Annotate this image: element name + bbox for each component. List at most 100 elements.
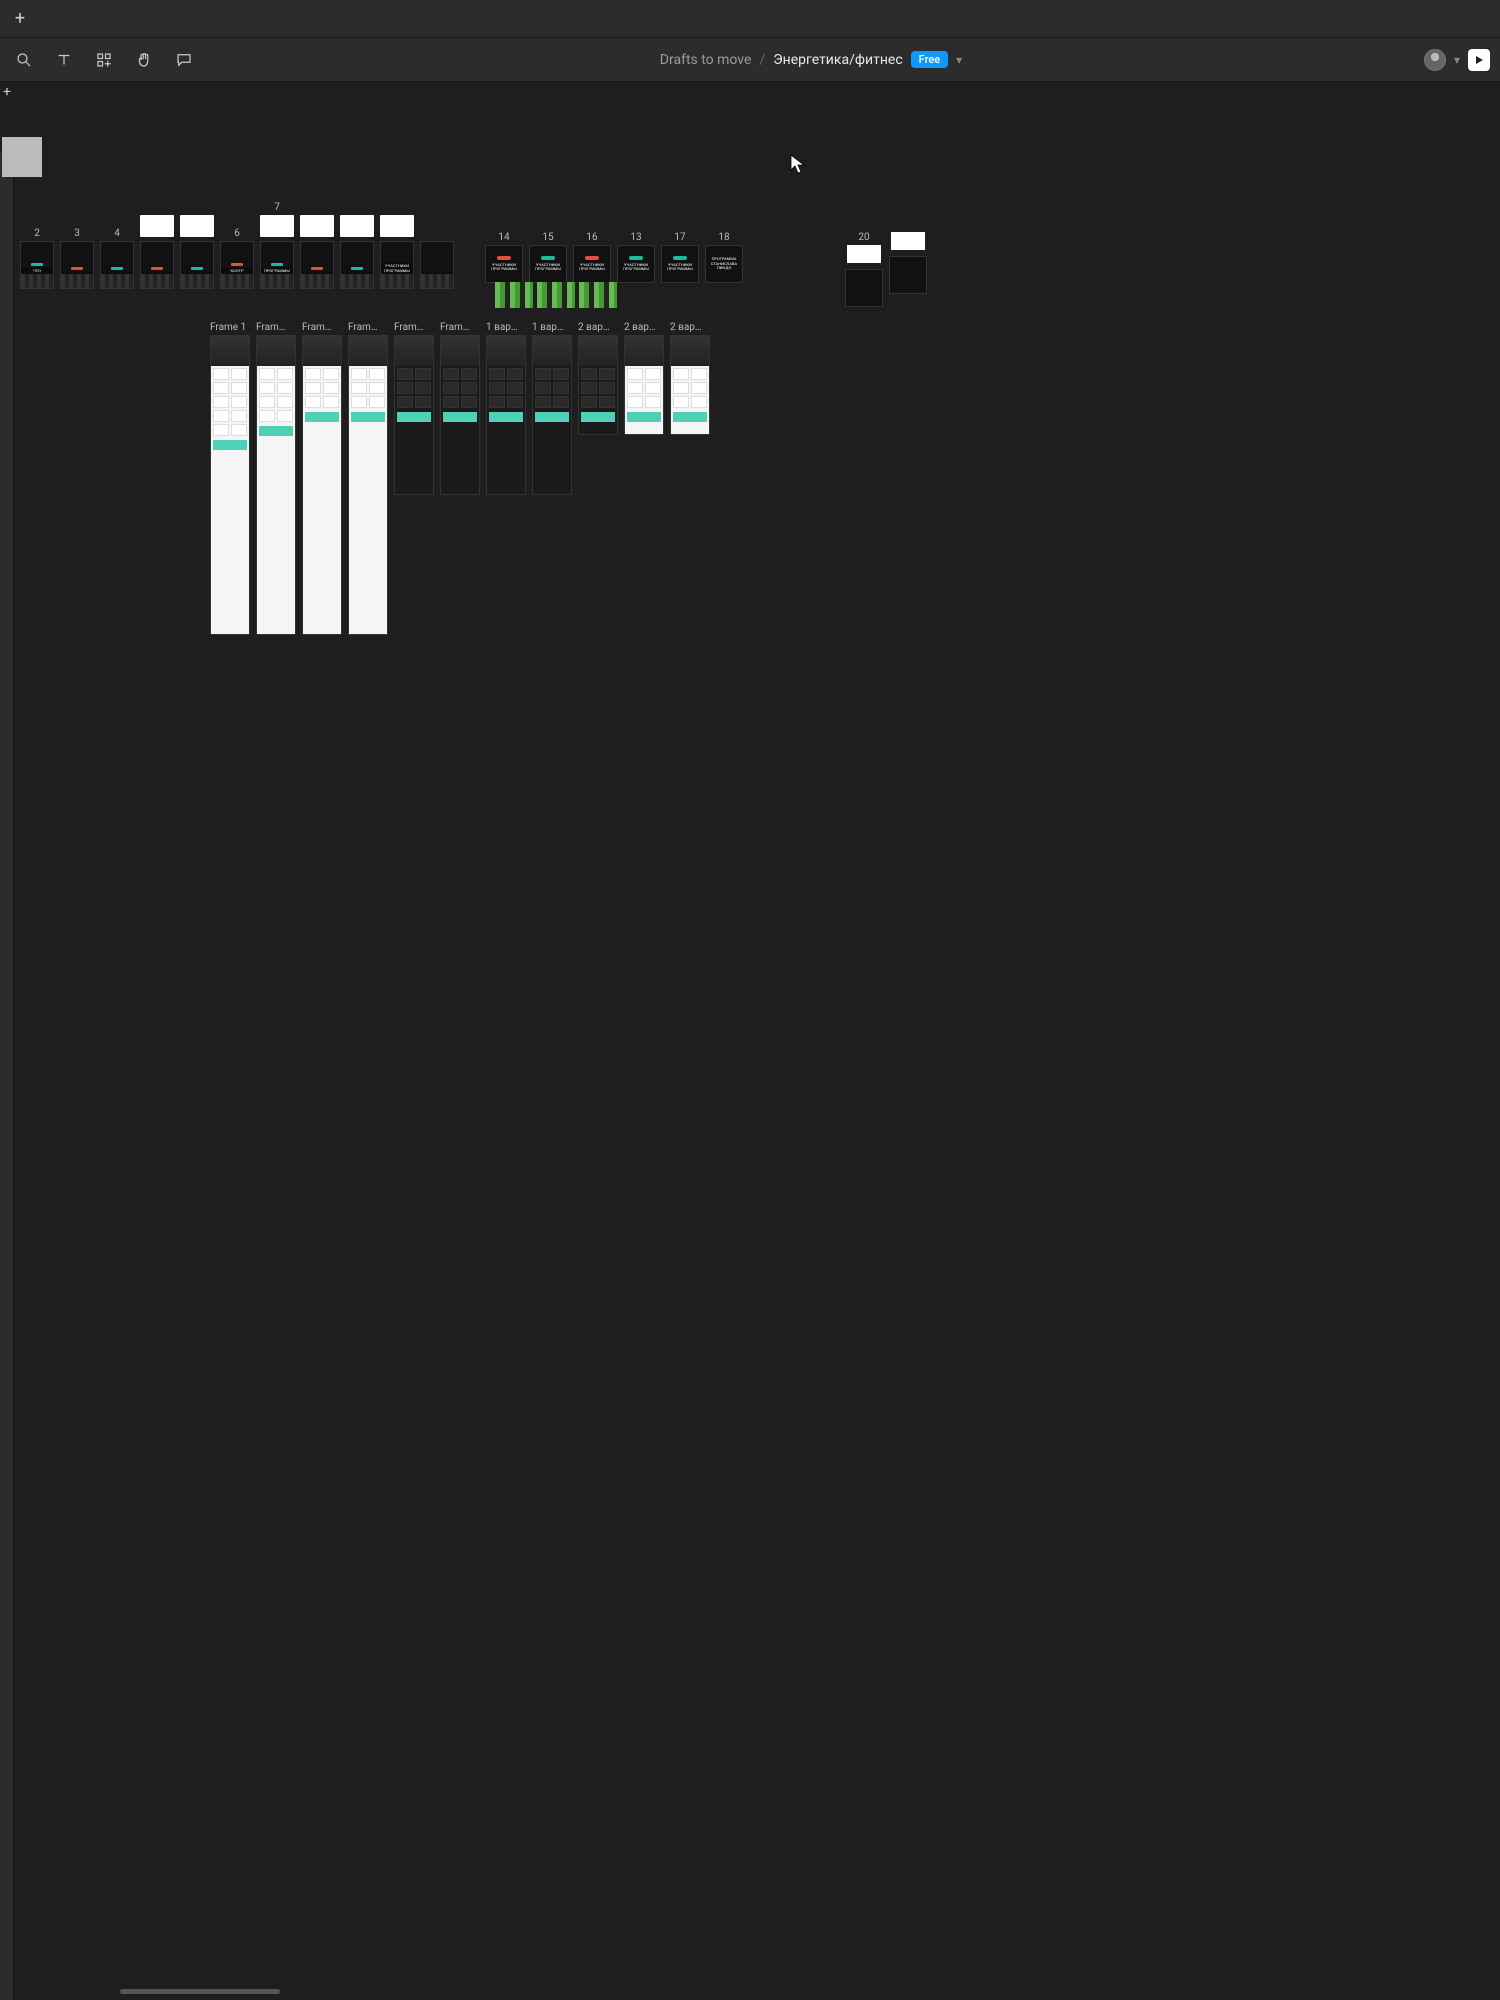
- slide-thumb[interactable]: [420, 241, 454, 289]
- slide-canvas[interactable]: [180, 241, 214, 289]
- frames-row: Frame 1Fram…Fram…Fram…Fram…Fram…1 вар…1 …: [210, 322, 710, 635]
- slide-canvas[interactable]: УЧАСТНИКИ ПРОГРАММЫ: [380, 241, 414, 289]
- slide-canvas[interactable]: УЧАСТНИКИ ПРОГРАММЫ: [485, 245, 523, 283]
- frame-canvas[interactable]: [578, 335, 618, 435]
- slide-thumb[interactable]: 6КОНТР: [220, 228, 254, 289]
- frame-canvas[interactable]: [256, 335, 296, 635]
- breadcrumb-folder[interactable]: Drafts to move: [660, 52, 752, 68]
- slide-thumb[interactable]: [889, 232, 927, 294]
- slide-canvas[interactable]: [140, 241, 174, 289]
- slide-number: 4: [114, 228, 120, 239]
- design-frame[interactable]: Fram…: [440, 322, 480, 495]
- slide-number: 16: [586, 232, 597, 243]
- slide-thumb[interactable]: [340, 215, 374, 289]
- frame-canvas[interactable]: [624, 335, 664, 435]
- design-frame[interactable]: 2 вар…: [624, 322, 664, 435]
- sticky-note[interactable]: [260, 215, 294, 237]
- move-tool-button[interactable]: [10, 46, 38, 74]
- sticky-note[interactable]: [300, 215, 334, 237]
- search-icon: [15, 51, 33, 69]
- slide-thumb[interactable]: 3: [60, 228, 94, 289]
- design-frame[interactable]: 1 вар…: [486, 322, 526, 495]
- slide-thumb[interactable]: 16 УЧАСТНИКИ ПРОГРАММЫ: [573, 232, 611, 283]
- slide-thumb[interactable]: 14 УЧАСТНИКИ ПРОГРАММЫ: [485, 232, 523, 283]
- breadcrumb[interactable]: Drafts to move / Энергетика/фитнес Free …: [660, 51, 962, 68]
- sticky-note[interactable]: [180, 215, 214, 237]
- design-frame[interactable]: 2 вар…: [670, 322, 710, 435]
- chevron-down-icon[interactable]: ▾: [956, 53, 962, 67]
- sticky-note[interactable]: [340, 215, 374, 237]
- slide-canvas[interactable]: ПРОГРАММА СТАНИСЛАВА ЛИНДЭ: [705, 245, 743, 283]
- horizontal-scrollbar[interactable]: [120, 1989, 280, 1994]
- hand-tool-button[interactable]: [130, 46, 158, 74]
- toolbar: Drafts to move / Энергетика/фитнес Free …: [0, 38, 1500, 82]
- slides-row-1: 2 ЧТО3 4 6КОНТР 7 ПРОГРАММЫ УЧАСТНИКИ ПРОГРАММ…: [20, 202, 454, 289]
- slide-thumb[interactable]: 20: [845, 232, 883, 307]
- slide-canvas[interactable]: [420, 241, 454, 289]
- slide-thumb[interactable]: 13УЧАСТНИКИ ПРОГРАММЫ: [617, 232, 655, 283]
- group-photo[interactable]: [579, 282, 617, 308]
- frame-canvas[interactable]: [394, 335, 434, 495]
- frame-label: 2 вар…: [578, 322, 618, 333]
- frame-canvas[interactable]: [302, 335, 342, 635]
- avatar-chevron-icon[interactable]: ▾: [1454, 53, 1460, 67]
- frame-canvas[interactable]: [532, 335, 572, 495]
- file-name[interactable]: Энергетика/фитнес: [773, 52, 902, 68]
- slide-thumb[interactable]: [300, 215, 334, 289]
- canvas[interactable]: + 2ЧТО346КОНТР7ПРОГРАММЫУЧАСТНИКИ ПРОГРА…: [0, 82, 1500, 2000]
- design-frame[interactable]: Frame 1: [210, 322, 250, 635]
- design-frame[interactable]: Fram…: [302, 322, 342, 635]
- slide-canvas[interactable]: [60, 241, 94, 289]
- sticky-note[interactable]: [140, 215, 174, 237]
- slide-thumb[interactable]: [180, 215, 214, 289]
- text-tool-button[interactable]: [50, 46, 78, 74]
- frame-canvas[interactable]: [210, 335, 250, 635]
- design-frame[interactable]: 2 вар…: [578, 322, 618, 435]
- frame-canvas[interactable]: [440, 335, 480, 495]
- design-frame[interactable]: Fram…: [256, 322, 296, 635]
- slide-canvas[interactable]: [100, 241, 134, 289]
- slide-canvas[interactable]: [889, 256, 927, 294]
- slide-thumb[interactable]: 17УЧАСТНИКИ ПРОГРАММЫ: [661, 232, 699, 283]
- sticky-note[interactable]: [847, 245, 881, 263]
- frame-canvas[interactable]: [670, 335, 710, 435]
- slide-thumb[interactable]: 18ПРОГРАММА СТАНИСЛАВА ЛИНДЭ: [705, 232, 743, 283]
- slide-canvas[interactable]: [340, 241, 374, 289]
- slide-canvas[interactable]: УЧАСТНИКИ ПРОГРАММЫ: [661, 245, 699, 283]
- plan-badge[interactable]: Free: [911, 51, 949, 68]
- slide-canvas[interactable]: УЧАСТНИКИ ПРОГРАММЫ: [573, 245, 611, 283]
- slide-thumb[interactable]: [140, 215, 174, 289]
- group-photo[interactable]: [537, 282, 575, 308]
- slide-canvas[interactable]: [300, 241, 334, 289]
- frame-label: 1 вар…: [532, 322, 572, 333]
- slide-number: 2: [34, 228, 40, 239]
- avatar[interactable]: [1424, 49, 1446, 71]
- slide-canvas[interactable]: КОНТР: [220, 241, 254, 289]
- frame-canvas[interactable]: [486, 335, 526, 495]
- design-frame[interactable]: Fram…: [348, 322, 388, 635]
- slide-canvas[interactable]: ЧТО: [20, 241, 54, 289]
- design-frame[interactable]: 1 вар…: [532, 322, 572, 495]
- comment-tool-button[interactable]: [170, 46, 198, 74]
- slide-number: 14: [498, 232, 509, 243]
- slide-thumb[interactable]: УЧАСТНИКИ ПРОГРАММЫ: [380, 215, 414, 289]
- design-frame[interactable]: Fram…: [394, 322, 434, 495]
- slide-canvas[interactable]: ПРОГРАММЫ: [260, 241, 294, 289]
- breadcrumb-separator: /: [759, 52, 765, 68]
- sticky-note[interactable]: [380, 215, 414, 237]
- sticky-note[interactable]: [891, 232, 925, 250]
- slide-thumb[interactable]: 4: [100, 228, 134, 289]
- add-tab-button[interactable]: +: [8, 7, 32, 31]
- slide-thumb[interactable]: 2 ЧТО: [20, 228, 54, 289]
- slide-thumb[interactable]: 15УЧАСТНИКИ ПРОГРАММЫ: [529, 232, 567, 283]
- slide-canvas[interactable]: [845, 269, 883, 307]
- resources-tool-button[interactable]: [90, 46, 118, 74]
- group-photo[interactable]: [495, 282, 533, 308]
- slide-thumb[interactable]: 7 ПРОГРАММЫ: [260, 202, 294, 289]
- slide-number: 7: [274, 202, 280, 213]
- slide-canvas[interactable]: УЧАСТНИКИ ПРОГРАММЫ: [617, 245, 655, 283]
- share-button[interactable]: [1468, 49, 1490, 71]
- frame-canvas[interactable]: [348, 335, 388, 635]
- slide-canvas[interactable]: УЧАСТНИКИ ПРОГРАММЫ: [529, 245, 567, 283]
- cursor-pointer-icon: [790, 154, 806, 174]
